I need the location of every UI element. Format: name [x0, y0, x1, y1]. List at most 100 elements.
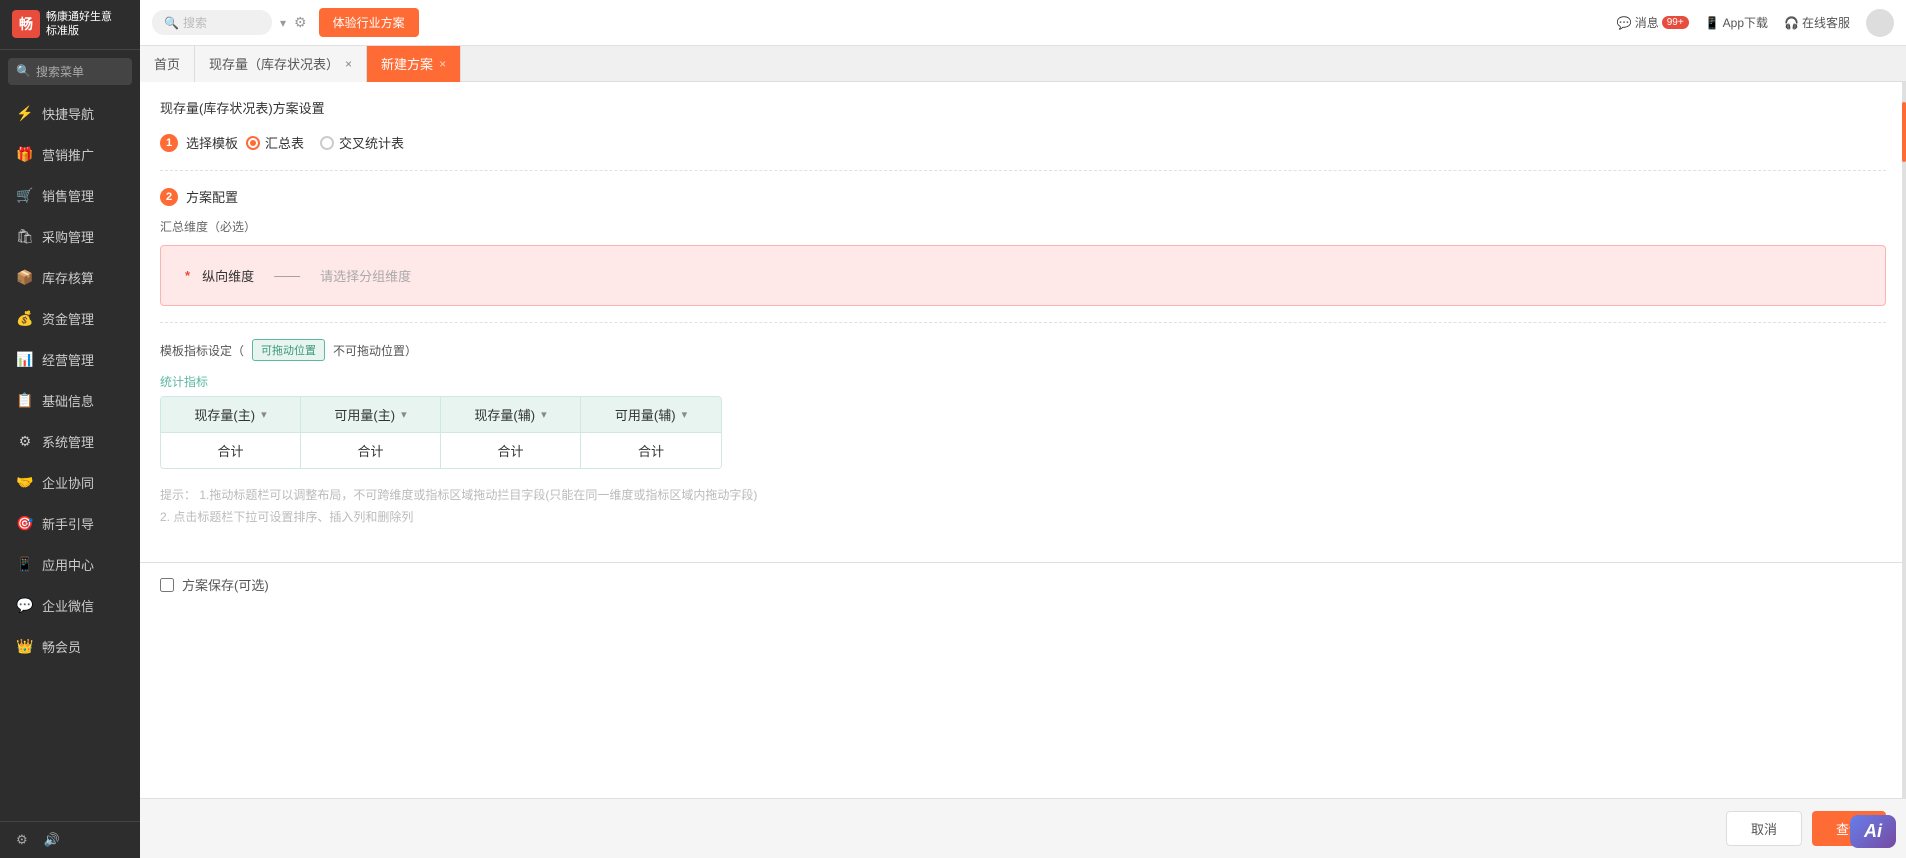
page-title: 现存量(库存状况表)方案设置	[160, 98, 1886, 117]
divider1	[160, 170, 1886, 171]
radio-crosstab-dot	[320, 136, 334, 150]
ai-badge[interactable]: Ai	[1850, 815, 1896, 848]
asterisk-marker: *	[185, 268, 190, 283]
stats-col-2[interactable]: 现存量(辅) ▾	[441, 397, 581, 432]
sidebar-item-label: 基础信息	[42, 391, 94, 410]
sidebar-item-inventory[interactable]: 📦 库存核算	[0, 257, 140, 298]
sidebar-item-finance[interactable]: 💰 资金管理	[0, 298, 140, 339]
tip-2: 2. 点击标题栏下拉可设置排序、插入列和删除列	[160, 507, 1886, 529]
tab-new-scheme-label: 新建方案	[381, 54, 433, 73]
sidebar-item-label: 新手引导	[42, 514, 94, 533]
divider2	[160, 322, 1886, 323]
tab-home[interactable]: 首页	[140, 46, 195, 82]
sidebar-item-label: 快捷导航	[42, 104, 94, 123]
marketing-icon: 🎁	[16, 146, 34, 163]
stats-col-1[interactable]: 可用量(主) ▾	[301, 397, 441, 432]
purchase-icon: 🛍	[16, 228, 34, 245]
tab-new-scheme[interactable]: 新建方案 ×	[367, 46, 461, 82]
tab-inventory-status[interactable]: 现存量（库存状况表） ×	[195, 46, 367, 82]
app-icon: 畅	[12, 10, 40, 38]
sidebar-item-quick-nav[interactable]: ⚡ 快捷导航	[0, 93, 140, 134]
tab-inventory-close-icon[interactable]: ×	[345, 57, 352, 71]
tip-1: 提示： 1.拖动标题栏可以调整布局，不可跨维度或指标区域拖动拦目字段(只能在同一…	[160, 485, 1886, 507]
content-area: 现存量(库存状况表)方案设置 1 选择模板 汇总表 交叉统计表	[140, 82, 1906, 798]
sidebar-item-operation[interactable]: 📊 经营管理	[0, 339, 140, 380]
messages-badge: 99+	[1662, 16, 1689, 29]
app-download-label: App下载	[1723, 14, 1768, 31]
tips-area: 提示： 1.拖动标题栏可以调整布局，不可跨维度或指标区域拖动拦目字段(只能在同一…	[160, 485, 1886, 528]
sidebar-item-marketing[interactable]: 🎁 营销推广	[0, 134, 140, 175]
sidebar: 畅 畅康通好生意 标准版 🔍 搜索菜单 ⚡ 快捷导航 🎁 营销推广 🛒 销售管理…	[0, 0, 140, 858]
sales-icon: 🛒	[16, 187, 34, 204]
sidebar-item-enterprise[interactable]: 🤝 企业协同	[0, 462, 140, 503]
sidebar-item-weixin[interactable]: 💬 企业微信	[0, 585, 140, 626]
stats-col-2-label: 现存量(辅)	[474, 405, 535, 424]
sidebar-item-basic[interactable]: 📋 基础信息	[0, 380, 140, 421]
stats-cell-2: 合计	[441, 433, 581, 468]
sidebar-item-label: 资金管理	[42, 309, 94, 328]
topbar-search[interactable]: 🔍 搜索	[152, 10, 272, 35]
stats-col-1-label: 可用量(主)	[334, 405, 395, 424]
stats-col-0[interactable]: 现存量(主) ▾	[161, 397, 301, 432]
scroll-thumb	[1902, 102, 1906, 162]
messages-button[interactable]: 💬 消息 99+	[1617, 14, 1689, 31]
col0-chevron-icon[interactable]: ▾	[261, 408, 267, 421]
radio-crosstab[interactable]: 交叉统计表	[320, 133, 404, 152]
system-icon: ⚙	[16, 433, 34, 450]
indicator-settings-label: 模板指标设定（	[160, 342, 244, 359]
quick-nav-icon: ⚡	[16, 105, 34, 122]
dimension-warn-content: * 纵向维度 —— 请选择分组维度	[185, 266, 1861, 285]
basic-icon: 📋	[16, 392, 34, 409]
sidebar-item-label: 销售管理	[42, 186, 94, 205]
sidebar-logo: 畅 畅康通好生意 标准版	[0, 0, 140, 50]
messages-label: 消息	[1635, 14, 1659, 31]
operation-icon: 📊	[16, 351, 34, 368]
dimension-placeholder[interactable]: 请选择分组维度	[320, 266, 411, 285]
sidebar-item-member[interactable]: 👑 畅会员	[0, 626, 140, 667]
sidebar-item-sales[interactable]: 🛒 销售管理	[0, 175, 140, 216]
sidebar-item-label: 应用中心	[42, 555, 94, 574]
indicator-settings: 模板指标设定（ 可拖动位置 不可拖动位置）	[160, 339, 1886, 361]
user-avatar[interactable]	[1866, 9, 1894, 37]
save-checkbox[interactable]	[160, 578, 174, 592]
search-placeholder: 搜索	[183, 14, 207, 31]
tab-new-scheme-close-icon[interactable]: ×	[439, 57, 446, 71]
draggable-tag: 可拖动位置	[252, 339, 325, 361]
section-config: 2 方案配置 汇总维度（必选） * 纵向维度 —— 请选择分组维度	[160, 187, 1886, 528]
sidebar-search[interactable]: 🔍 搜索菜单	[8, 58, 132, 85]
stats-col-3[interactable]: 可用量(辅) ▾	[581, 397, 721, 432]
field-label: 纵向维度	[202, 266, 254, 285]
stats-cell-3: 合计	[581, 433, 721, 468]
col2-chevron-icon[interactable]: ▾	[541, 408, 547, 421]
stats-cell-0: 合计	[161, 433, 301, 468]
sidebar-item-system[interactable]: ⚙ 系统管理	[0, 421, 140, 462]
audio-icon[interactable]: 🔊	[44, 832, 60, 848]
topbar-chevron-icon[interactable]: ▾	[280, 16, 286, 30]
online-service-button[interactable]: 🎧 在线客服	[1784, 14, 1850, 31]
sidebar-item-label: 系统管理	[42, 432, 94, 451]
topbar-gear-icon[interactable]: ⚙	[294, 14, 307, 31]
indicator-label: 模板指标设定（ 可拖动位置 不可拖动位置）	[160, 339, 1886, 361]
section-template: 1 选择模板 汇总表 交叉统计表	[160, 133, 1886, 152]
scroll-indicator	[1902, 82, 1906, 798]
step1-badge: 1	[160, 134, 178, 152]
dimension-warn-box: * 纵向维度 —— 请选择分组维度	[160, 245, 1886, 306]
app-download-button[interactable]: 📱 App下载	[1705, 14, 1768, 31]
main-area: 🔍 搜索 ▾ ⚙ 体验行业方案 💬 消息 99+ 📱 App下载 🎧 在线客服	[140, 0, 1906, 858]
col3-chevron-icon[interactable]: ▾	[682, 408, 688, 421]
radio-summary[interactable]: 汇总表	[246, 133, 304, 152]
sidebar-item-newbie[interactable]: 🎯 新手引导	[0, 503, 140, 544]
sidebar-item-app-center[interactable]: 📱 应用中心	[0, 544, 140, 585]
indicator-settings-end: 不可拖动位置）	[333, 342, 417, 359]
trial-button[interactable]: 体验行业方案	[319, 8, 419, 37]
col1-chevron-icon[interactable]: ▾	[401, 408, 407, 421]
sidebar-nav: ⚡ 快捷导航 🎁 营销推广 🛒 销售管理 🛍 采购管理 📦 库存核算 💰 资金管…	[0, 93, 140, 821]
cancel-button[interactable]: 取消	[1726, 811, 1802, 846]
sidebar-item-purchase[interactable]: 🛍 采购管理	[0, 216, 140, 257]
tabbar: 首页 现存量（库存状况表） × 新建方案 ×	[140, 46, 1906, 82]
tab-inventory-label: 现存量（库存状况表）	[209, 54, 339, 73]
settings-icon[interactable]: ⚙	[16, 832, 28, 848]
weixin-icon: 💬	[16, 597, 34, 614]
app-download-icon: 📱	[1705, 16, 1720, 30]
section1-header: 1 选择模板 汇总表 交叉统计表	[160, 133, 1886, 152]
